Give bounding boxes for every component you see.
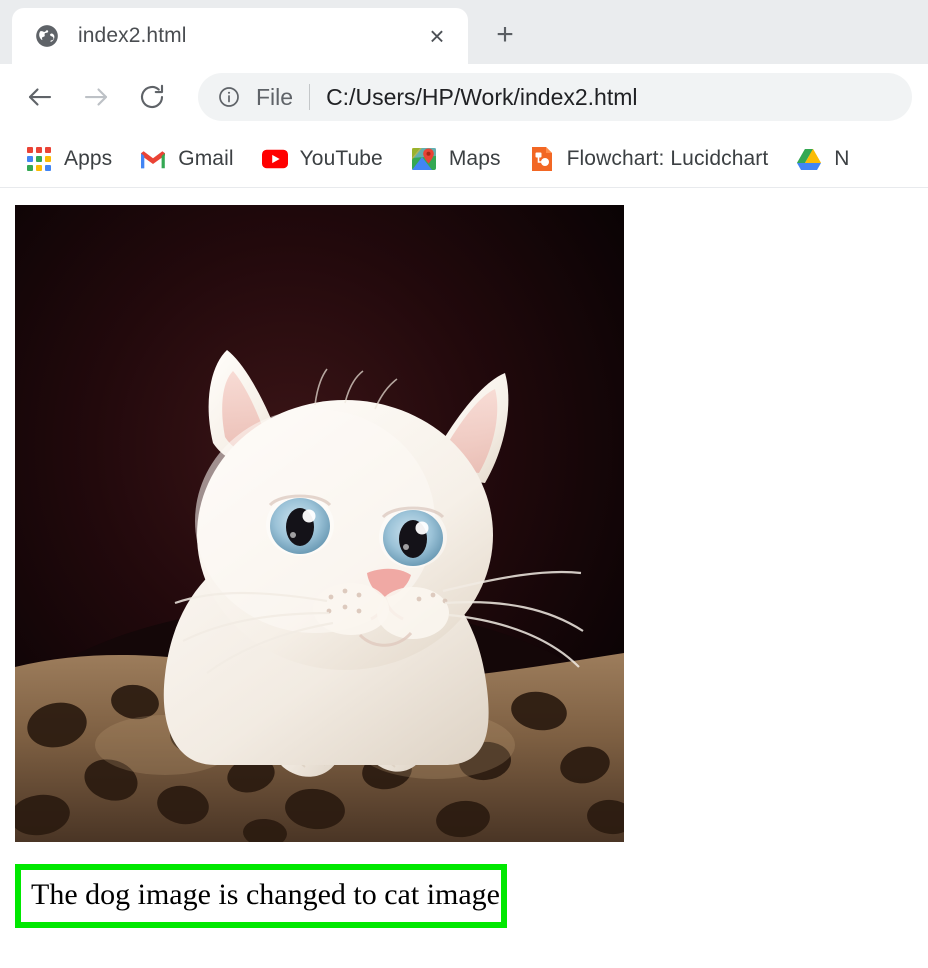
arrow-right-icon (81, 82, 111, 112)
new-tab-button[interactable]: + (482, 12, 528, 58)
bookmark-label: Maps (448, 146, 501, 170)
bookmark-label: Flowchart: Lucidchart (566, 146, 769, 170)
bookmark-label: Gmail (178, 146, 234, 170)
lucidchart-icon (529, 146, 555, 172)
forward-button[interactable] (72, 73, 120, 121)
reload-button[interactable] (128, 73, 176, 121)
bookmark-drive[interactable]: N (786, 138, 859, 180)
address-bar[interactable]: File C:/Users/HP/Work/index2.html (198, 73, 912, 121)
tab-strip: index2.html × + (0, 0, 928, 64)
tab-index2-html[interactable]: index2.html × (12, 8, 468, 64)
bookmark-maps[interactable]: Maps (401, 138, 511, 180)
back-button[interactable] (16, 73, 64, 121)
bookmark-gmail[interactable]: Gmail (130, 138, 243, 180)
bookmarks-bar: Apps Gmail YouTube Maps Flowchart: Lucid… (0, 130, 928, 188)
google-drive-icon (796, 146, 822, 172)
google-maps-icon (411, 146, 437, 172)
arrow-left-icon (25, 82, 55, 112)
globe-icon (34, 23, 60, 49)
cat-photo (15, 205, 624, 842)
bookmark-label: Apps (64, 146, 113, 170)
close-icon[interactable]: × (420, 19, 454, 53)
bookmark-youtube[interactable]: YouTube (252, 138, 393, 180)
bookmark-label: YouTube (299, 146, 383, 170)
bookmark-label: N (834, 146, 850, 170)
caption-box: The dog image is changed to cat image (15, 864, 507, 928)
caption-text: The dog image is changed to cat image (31, 878, 500, 911)
youtube-icon (261, 146, 288, 172)
apps-grid-icon (26, 146, 52, 172)
bookmark-flowchart-lucidchart[interactable]: Flowchart: Lucidchart (519, 138, 779, 180)
info-circle-icon[interactable] (216, 84, 242, 110)
browser-toolbar: File C:/Users/HP/Work/index2.html (0, 64, 928, 130)
reload-icon (137, 82, 167, 112)
url-scheme-label: File (256, 83, 294, 110)
tab-title: index2.html (78, 24, 187, 47)
omnibox-separator (309, 84, 311, 110)
bookmark-apps[interactable]: Apps (16, 138, 122, 180)
gmail-icon (140, 146, 166, 172)
page-content: The dog image is changed to cat image (0, 188, 928, 928)
browser-window: index2.html × + File C:/Users/HP/Work/in… (0, 0, 928, 968)
url-text: C:/Users/HP/Work/index2.html (326, 83, 638, 110)
